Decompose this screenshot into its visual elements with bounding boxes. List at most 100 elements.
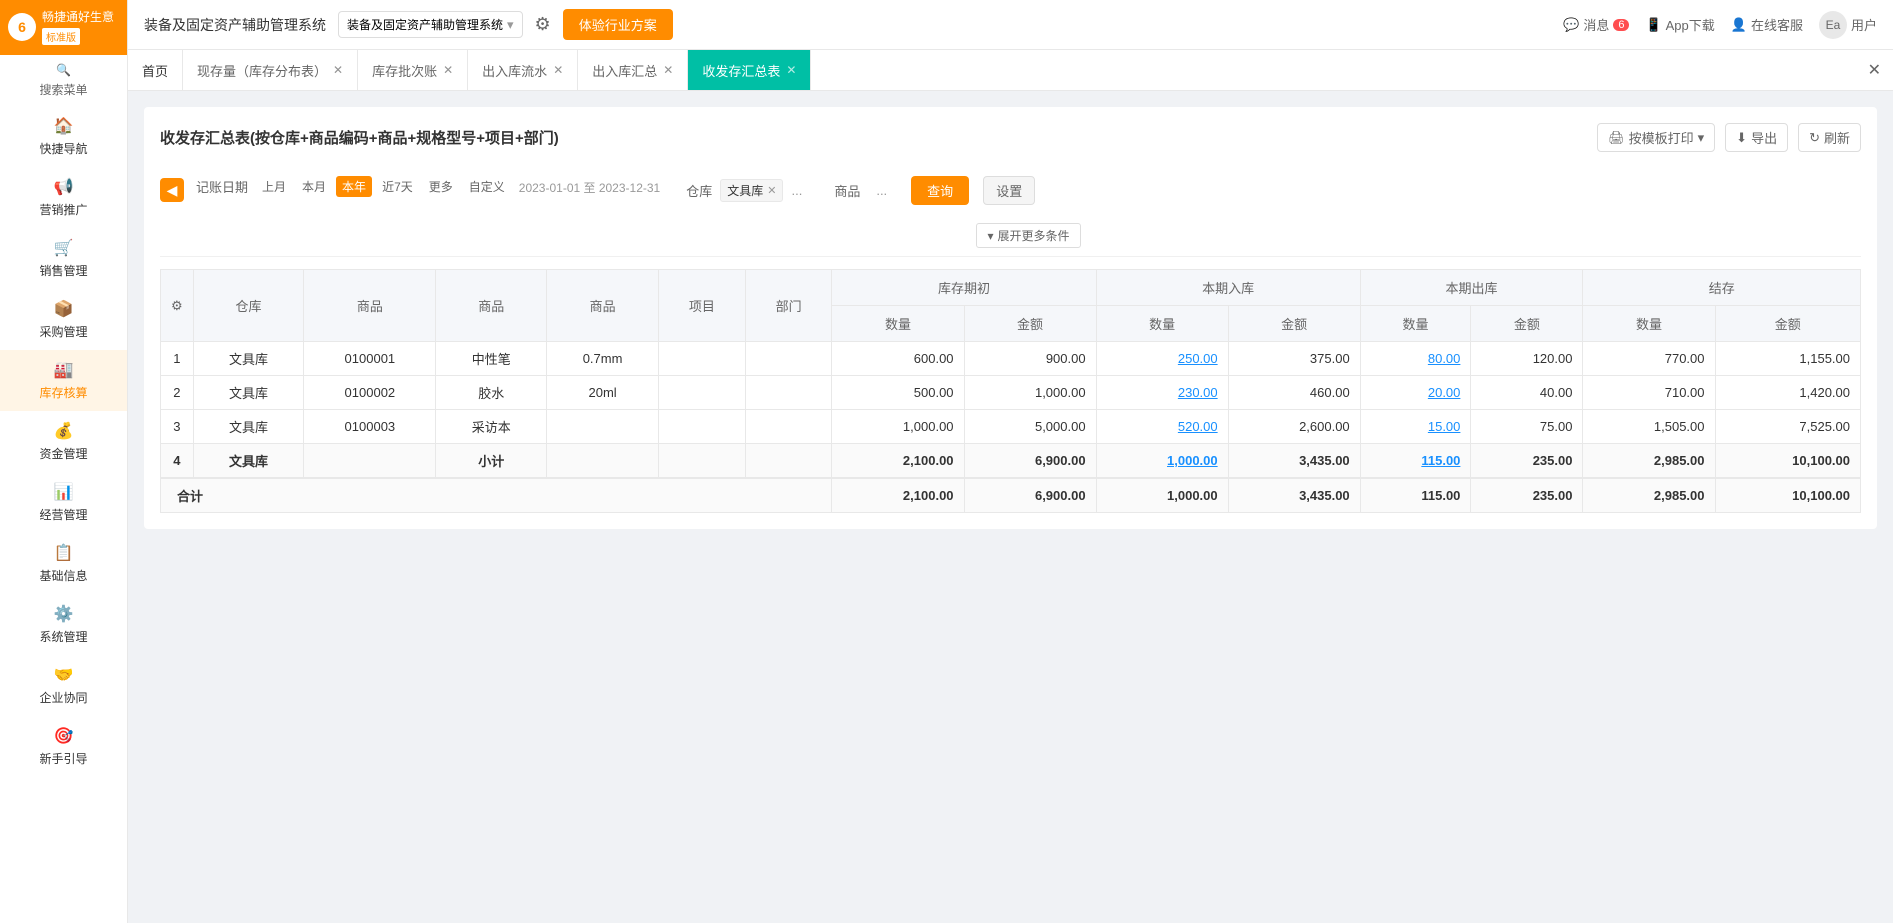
settings-icon[interactable]: ⚙	[535, 14, 551, 35]
tab-inout-flow[interactable]: 出入库流水 ✕	[468, 50, 578, 90]
warehouse-tag[interactable]: 文具库 ✕	[720, 179, 783, 202]
batch-label: 库存批次账	[372, 61, 437, 80]
sales-icon: 🛒	[54, 238, 74, 258]
marketing-icon: 📢	[54, 177, 74, 197]
system-selector[interactable]: 装备及固定资产辅助管理系统 ▾	[338, 11, 523, 38]
print-btn[interactable]: 🖨 按模板打印 ▾	[1597, 123, 1715, 152]
col-closing-header: 结存	[1583, 270, 1861, 306]
sidebar-item-label: 搜索菜单	[39, 81, 87, 98]
refresh-label: 刷新	[1824, 128, 1850, 147]
tab-inventory-dist[interactable]: 现存量（库存分布表） ✕	[183, 50, 358, 90]
row-in-amt: 2,600.00	[1228, 410, 1360, 444]
row-name: 采访本	[436, 410, 547, 444]
sidebar-item-finance[interactable]: 💰 资金管理	[0, 411, 127, 472]
row-spec	[547, 444, 659, 479]
warehouse-more-btn[interactable]: ...	[791, 183, 802, 198]
date-btn-7days[interactable]: 近7天	[376, 176, 419, 197]
close-icon[interactable]: ✕	[786, 63, 796, 77]
app-download-label: App下载	[1666, 15, 1715, 34]
settings-icon: ⚙	[171, 298, 183, 313]
col-opening-qty-header: 数量	[832, 306, 964, 342]
col-settings[interactable]: ⚙	[161, 270, 194, 342]
date-filter-label: 记账日期	[196, 177, 248, 196]
row-opening-qty: 500.00	[832, 376, 964, 410]
collect-summary-label: 收发存汇总表	[702, 61, 780, 80]
date-btn-this-year[interactable]: 本年	[336, 176, 372, 197]
sidebar-item-label: 系统管理	[39, 628, 87, 645]
row-out-qty[interactable]: 20.00	[1360, 376, 1471, 410]
message-btn[interactable]: 💬 消息 6	[1563, 15, 1629, 34]
close-icon[interactable]: ✕	[553, 63, 563, 77]
filter-toggle-btn[interactable]: ◀	[160, 178, 184, 202]
online-service-btn[interactable]: 👤 在线客服	[1731, 15, 1803, 34]
expand-row: ▾ 展开更多条件	[196, 219, 1861, 248]
row-out-qty[interactable]: 15.00	[1360, 410, 1471, 444]
refresh-btn[interactable]: ↻ 刷新	[1798, 123, 1861, 152]
row-in-qty[interactable]: 230.00	[1096, 376, 1228, 410]
date-btn-custom[interactable]: 自定义	[463, 176, 511, 197]
operation-icon: 📊	[54, 482, 74, 502]
user-menu[interactable]: Ea 用户	[1819, 11, 1877, 39]
sidebar-item-marketing[interactable]: 📢 营销推广	[0, 167, 127, 228]
query-btn[interactable]: 查询	[911, 176, 969, 205]
row-project	[659, 376, 746, 410]
print-icon: 🖨	[1608, 130, 1625, 146]
sidebar-item-enterprise[interactable]: 🤝 企业协同	[0, 655, 127, 716]
row-warehouse: 文具库	[193, 342, 304, 376]
total-in-amt: 3,435.00	[1228, 478, 1360, 513]
remove-warehouse-icon[interactable]: ✕	[767, 184, 776, 197]
sidebar-item-purchase[interactable]: 📦 采购管理	[0, 289, 127, 350]
table-row: 3 文具库 0100003 采访本 1,000.00 5,000.00 520.…	[161, 410, 1861, 444]
app-download-btn[interactable]: 📱 App下载	[1645, 15, 1714, 34]
sidebar-item-inventory[interactable]: 🏭 库存核算	[0, 350, 127, 411]
close-icon[interactable]: ✕	[333, 63, 343, 77]
row-out-amt: 75.00	[1471, 410, 1583, 444]
expand-conditions-btn[interactable]: ▾ 展开更多条件	[976, 223, 1080, 248]
close-all-tabs-btn[interactable]: ✕	[1856, 60, 1893, 80]
sidebar-item-label: 快捷导航	[39, 140, 87, 157]
sidebar-item-search[interactable]: 🔍 搜索菜单	[0, 55, 127, 106]
col-name-header: 商品	[436, 270, 547, 342]
close-icon[interactable]: ✕	[663, 63, 673, 77]
row-dept	[745, 410, 832, 444]
row-closing-amt: 7,525.00	[1715, 410, 1861, 444]
tab-collect-summary[interactable]: 收发存汇总表 ✕	[688, 50, 811, 90]
sidebar-item-operation[interactable]: 📊 经营管理	[0, 472, 127, 533]
row-spec: 0.7mm	[547, 342, 659, 376]
row-project	[659, 410, 746, 444]
close-icon[interactable]: ✕	[443, 63, 453, 77]
row-dept	[745, 342, 832, 376]
sidebar-item-basic-info[interactable]: 📋 基础信息	[0, 533, 127, 594]
sidebar-item-sales[interactable]: 🛒 销售管理	[0, 228, 127, 289]
tab-batch[interactable]: 库存批次账 ✕	[358, 50, 468, 90]
row-project	[659, 444, 746, 479]
set-btn[interactable]: 设置	[983, 176, 1035, 205]
sidebar-item-guide[interactable]: 🎯 新手引导	[0, 716, 127, 777]
row-in-qty[interactable]: 1,000.00	[1096, 444, 1228, 479]
date-btn-more[interactable]: 更多	[423, 176, 459, 197]
export-btn[interactable]: ⬇ 导出	[1725, 123, 1788, 152]
filter-bar: ◀ 记账日期 上月 本月 本年 近7天 更多 自定义 2023-01-01 至 …	[160, 166, 1861, 257]
tab-inout-summary[interactable]: 出入库汇总 ✕	[578, 50, 688, 90]
experience-btn[interactable]: 体验行业方案	[563, 9, 673, 40]
logo-tag: 标准版	[42, 28, 80, 45]
col-out-header: 本期出库	[1360, 270, 1583, 306]
date-btn-last-month[interactable]: 上月	[256, 176, 292, 197]
sidebar-item-label: 基础信息	[39, 567, 87, 584]
chevron-down-icon: ▾	[1698, 130, 1705, 146]
logo-text: 畅捷通好生意	[42, 10, 114, 26]
sidebar-item-system[interactable]: ⚙️ 系统管理	[0, 594, 127, 655]
row-in-qty[interactable]: 250.00	[1096, 342, 1228, 376]
date-btn-this-month[interactable]: 本月	[296, 176, 332, 197]
inout-summary-label: 出入库汇总	[592, 61, 657, 80]
export-icon: ⬇	[1736, 130, 1747, 146]
row-out-qty[interactable]: 80.00	[1360, 342, 1471, 376]
row-in-qty[interactable]: 520.00	[1096, 410, 1228, 444]
row-name: 胶水	[436, 376, 547, 410]
row-opening-amt: 5,000.00	[964, 410, 1096, 444]
row-out-qty[interactable]: 115.00	[1360, 444, 1471, 479]
sidebar-item-quick-nav[interactable]: 🏠 快捷导航	[0, 106, 127, 167]
product-more-btn[interactable]: ...	[876, 183, 887, 198]
tab-home[interactable]: 首页	[128, 50, 183, 90]
sidebar-item-label: 新手引导	[39, 750, 87, 767]
